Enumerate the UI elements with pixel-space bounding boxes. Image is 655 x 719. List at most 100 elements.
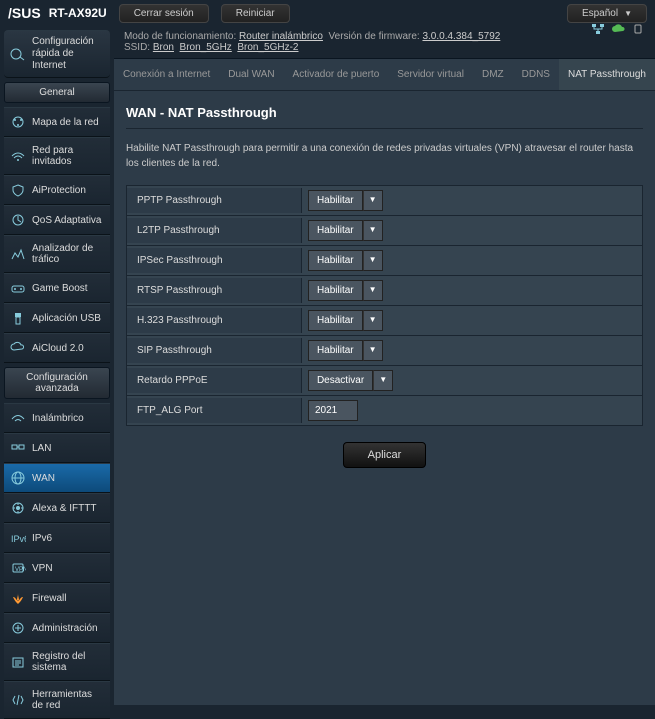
sidebar-item-label: Firewall (32, 593, 66, 604)
nodes-icon[interactable] (591, 23, 605, 35)
mode-link[interactable]: Router inalámbrico (239, 31, 323, 42)
form-label: Retardo PPPoE (127, 368, 302, 393)
form-label: L2TP Passthrough (127, 218, 302, 243)
sidebar-item-vpn[interactable]: VPNVPN (4, 553, 110, 583)
ssid2-link[interactable]: Bron_5GHz (180, 42, 232, 53)
chevron-down-icon: ▼ (363, 220, 383, 241)
retardo-pppoe-select[interactable]: Desactivar▼ (308, 370, 393, 391)
fw-link[interactable]: 3.0.0.4.384_5792 (422, 31, 500, 42)
form-row-rtsp-passthrough: RTSP PassthroughHabilitar▼ (126, 276, 643, 306)
svg-text:VPN: VPN (15, 567, 26, 573)
rtsp-passthrough-select[interactable]: Habilitar▼ (308, 280, 383, 301)
form-label: IPSec Passthrough (127, 248, 302, 273)
sidebar-item-wan[interactable]: WAN (4, 463, 110, 493)
menu-icon (10, 621, 26, 635)
sidebar-item-label: Red para invitados (32, 145, 104, 167)
menu-icon (10, 115, 26, 129)
sidebar-item-alexa-ifttt[interactable]: Alexa & IFTTT (4, 493, 110, 523)
sidebar-item-aicloud-2-0[interactable]: AiCloud 2.0 (4, 333, 110, 363)
ipsec-passthrough-select[interactable]: Habilitar▼ (308, 250, 383, 271)
sidebar-item-label: AiCloud 2.0 (32, 343, 84, 354)
menu-icon (10, 655, 26, 669)
form-row-l2tp-passthrough: L2TP Passthrough Habilitar▼ (126, 216, 643, 246)
sip-passthrough-select[interactable]: Habilitar▼ (308, 340, 383, 361)
tab-nat-passthrough[interactable]: NAT Passthrough (559, 59, 655, 90)
menu-icon (10, 213, 26, 227)
tab-activador-de-puerto[interactable]: Activador de puerto (284, 59, 389, 90)
tab-dmz[interactable]: DMZ (473, 59, 513, 90)
sidebar-item-label: AiProtection (32, 185, 86, 196)
usb-icon[interactable] (631, 23, 645, 35)
sidebar-item-label: WAN (32, 473, 55, 484)
reboot-button[interactable]: Reiniciar (221, 4, 290, 23)
sidebar-quick-setup[interactable]: Configuración rápida de Internet (4, 30, 110, 78)
tab-ddns[interactable]: DDNS (513, 59, 559, 90)
language-dropdown[interactable]: Español ▼ (567, 4, 647, 23)
tab-dual-wan[interactable]: Dual WAN (219, 59, 283, 90)
chevron-down-icon: ▼ (363, 340, 383, 361)
h-323-passthrough-select[interactable]: Habilitar▼ (308, 310, 383, 331)
form-row-ftp-alg-port: FTP_ALG Port (126, 396, 643, 426)
form-label: H.323 Passthrough (127, 308, 302, 333)
tab-conexi-n-a-internet[interactable]: Conexión a Internet (114, 59, 219, 90)
l2tp-passthrough-select[interactable]: Habilitar▼ (308, 220, 383, 241)
sidebar-item-lan[interactable]: LAN (4, 433, 110, 463)
sidebar-item-label: Aplicación USB (32, 313, 101, 324)
sidebar-item-ipv6[interactable]: IPv6IPv6 (4, 523, 110, 553)
sidebar-item-label: Game Boost (32, 283, 88, 294)
form-control: Habilitar▼ (302, 186, 642, 215)
menu-icon (10, 311, 26, 325)
fw-label: Versión de firmware: (329, 31, 420, 42)
menu-icon (10, 441, 26, 455)
top-bar: /SUS RT-AX92U Cerrar sesión Reiniciar Es… (0, 0, 655, 26)
chevron-down-icon: ▼ (363, 280, 383, 301)
form-control: Habilitar▼ (302, 336, 642, 365)
sidebar-item-herramientas-de-red[interactable]: Herramientas de red (4, 681, 110, 719)
select-value: Habilitar (308, 280, 363, 301)
sidebar-item-administraci-n[interactable]: Administración (4, 613, 110, 643)
form-control: Habilitar▼ (302, 276, 642, 305)
menu-icon: VPN (10, 561, 26, 575)
section-general: General (4, 82, 110, 103)
select-value: Habilitar (308, 340, 363, 361)
apply-button[interactable]: Aplicar (343, 442, 427, 468)
form-control: Desactivar▼ (302, 366, 642, 395)
menu-icon (10, 591, 26, 605)
sidebar-item-red-para-invitados[interactable]: Red para invitados (4, 137, 110, 175)
sidebar-item-mapa-de-la-red[interactable]: Mapa de la red (4, 107, 110, 137)
logout-button[interactable]: Cerrar sesión (119, 4, 209, 23)
sidebar-item-analizador-de-tr-fico[interactable]: Analizador de tráfico (4, 235, 110, 273)
sidebar-item-label: Analizador de tráfico (32, 243, 104, 265)
menu-icon (10, 501, 26, 515)
cloud-icon[interactable] (611, 23, 625, 35)
sidebar-item-label: Herramientas de red (32, 689, 104, 711)
ssid3-link[interactable]: Bron_5GHz-2 (237, 42, 298, 53)
sidebar-item-registro-del-sistema[interactable]: Registro del sistema (4, 643, 110, 681)
chevron-down-icon: ▼ (624, 9, 632, 18)
sidebar-item-game-boost[interactable]: Game Boost (4, 273, 110, 303)
sidebar-item-inal-mbrico[interactable]: Inalámbrico (4, 403, 110, 433)
menu-icon (10, 183, 26, 197)
sidebar-item-aplicaci-n-usb[interactable]: Aplicación USB (4, 303, 110, 333)
tab-servidor-virtual[interactable]: Servidor virtual (388, 59, 473, 90)
menu-icon (10, 471, 26, 485)
sidebar-item-label: LAN (32, 443, 51, 454)
menu-icon (10, 247, 26, 261)
svg-text:IPv6: IPv6 (11, 534, 26, 544)
form-row-h-323-passthrough: H.323 Passthrough Habilitar▼ (126, 306, 643, 336)
menu-icon: IPv6 (10, 531, 26, 545)
info-bar: Modo de funcionamiento: Router inalámbri… (114, 26, 655, 59)
sidebar-item-firewall[interactable]: Firewall (4, 583, 110, 613)
sidebar-item-label: Registro del sistema (32, 651, 104, 673)
content: Modo de funcionamiento: Router inalámbri… (114, 26, 655, 705)
ssid-label: SSID: (124, 42, 150, 53)
sidebar: Configuración rápida de Internet General… (0, 26, 114, 705)
pptp-passthrough-select[interactable]: Habilitar▼ (308, 190, 383, 211)
form-row-ipsec-passthrough: IPSec Passthrough Habilitar▼ (126, 246, 643, 276)
sidebar-item-aiprotection[interactable]: AiProtection (4, 175, 110, 205)
panel-description: Habilite NAT Passthrough para permitir a… (126, 141, 643, 171)
menu-icon (10, 341, 26, 355)
ftp-alg-port-input[interactable] (308, 400, 358, 421)
ssid1-link[interactable]: Bron (153, 42, 174, 53)
sidebar-item-qos-adaptativa[interactable]: QoS Adaptativa (4, 205, 110, 235)
